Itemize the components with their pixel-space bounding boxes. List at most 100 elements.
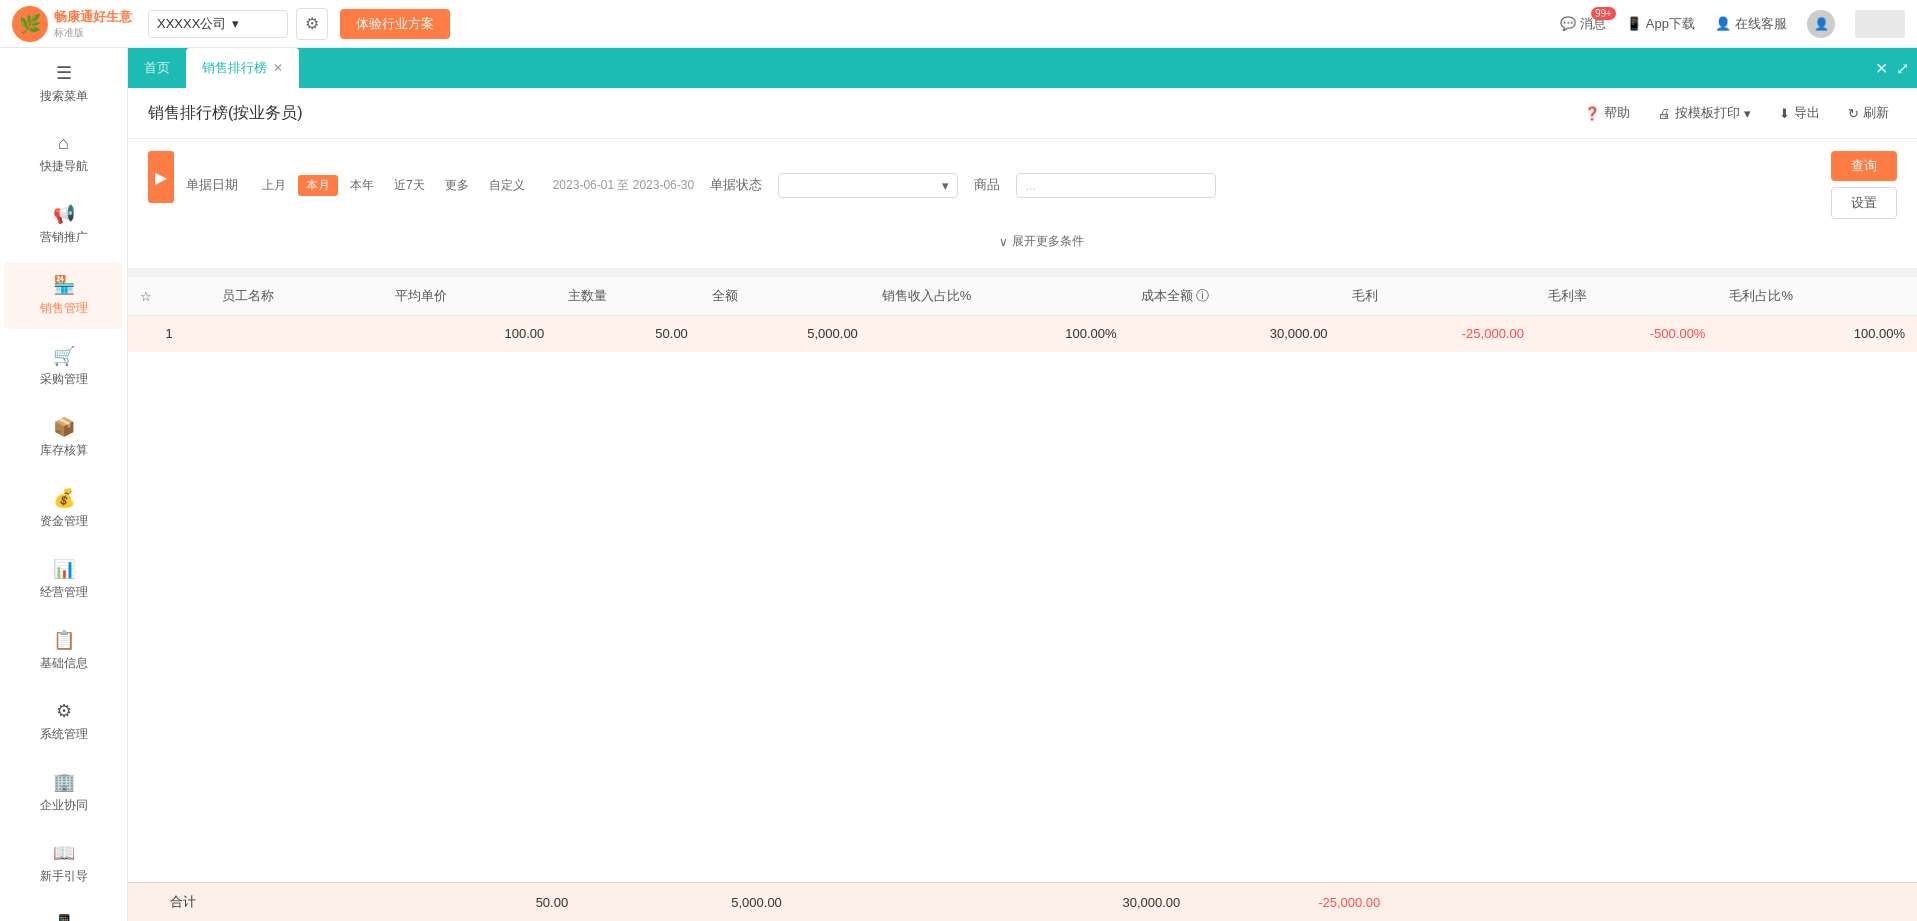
company-name: XXXXX公司 bbox=[157, 15, 226, 33]
filter-settings-button[interactable]: 设置 bbox=[1831, 187, 1897, 219]
print-chevron-icon: ▾ bbox=[1744, 106, 1751, 121]
print-label: 按模板打印 bbox=[1675, 104, 1740, 122]
status-select[interactable]: ▾ bbox=[778, 173, 958, 198]
date-tab-more[interactable]: 更多 bbox=[437, 175, 477, 196]
tab-close-all-icon[interactable]: ✕ bbox=[1875, 59, 1888, 78]
help-button[interactable]: ❓ 帮助 bbox=[1576, 100, 1638, 126]
sidebar-item-inventory[interactable]: 📦 库存核算 bbox=[4, 404, 123, 471]
footer-qty: 50.00 bbox=[536, 895, 732, 910]
sidebar-item-enterprise[interactable]: 🏢 企业协同 bbox=[4, 759, 123, 826]
sales-icon: 🏪 bbox=[53, 274, 75, 296]
basic-info-icon: 📋 bbox=[53, 629, 75, 651]
refresh-button[interactable]: ↻ 刷新 bbox=[1840, 100, 1897, 126]
guide-icon: 📖 bbox=[53, 842, 75, 864]
app-name: 畅康通好生意 bbox=[54, 8, 132, 26]
footer-amount: 5,000.00 bbox=[731, 895, 927, 910]
col-rank: ☆ bbox=[128, 277, 210, 316]
print-icon: 🖨 bbox=[1658, 106, 1671, 121]
app-download-button[interactable]: 📱 App下载 bbox=[1626, 15, 1695, 33]
sidebar-label-purchase: 采购管理 bbox=[40, 371, 88, 388]
messages-button[interactable]: 💬 消息 99+ bbox=[1560, 15, 1606, 33]
sales-ranking-table: ☆ 员工名称 平均单价 主数量 全额 销售收入占比% 成本全额 ⓘ 毛利 毛利率… bbox=[128, 277, 1917, 352]
tab-home-label: 首页 bbox=[144, 59, 170, 77]
refresh-icon: ↻ bbox=[1848, 106, 1859, 121]
col-profit-ratio: 毛利占比% bbox=[1717, 277, 1917, 316]
sidebar-item-app-center[interactable]: 📱 应用中心 bbox=[4, 901, 123, 921]
cell-qty: 50.00 bbox=[556, 316, 700, 352]
sidebar-item-operation[interactable]: 📊 经营管理 bbox=[4, 546, 123, 613]
filter-row: 单据日期 上月 本月 本年 近7天 更多 自定义 2023-06-01 至 20… bbox=[186, 151, 1897, 219]
settings-icon[interactable]: ⚙ bbox=[296, 8, 328, 40]
date-tab-cur-year[interactable]: 本年 bbox=[342, 175, 382, 196]
table-container: ☆ 员工名称 平均单价 主数量 全额 销售收入占比% 成本全额 ⓘ 毛利 毛利率… bbox=[128, 277, 1917, 882]
finance-icon: 💰 bbox=[53, 487, 75, 509]
col-profit-rate: 毛利率 bbox=[1536, 277, 1717, 316]
service-icon: 👤 bbox=[1715, 16, 1731, 31]
print-button[interactable]: 🖨 按模板打印 ▾ bbox=[1650, 100, 1759, 126]
content-area: 首页 销售排行榜 ✕ ✕ ⤢ 销售排行榜(按业务员) ❓ 帮助 bbox=[128, 48, 1917, 921]
expand-more-row[interactable]: ∨ 展开更多条件 bbox=[186, 227, 1897, 256]
company-selector[interactable]: XXXXX公司 ▾ bbox=[148, 10, 288, 38]
date-label: 单据日期 bbox=[186, 176, 238, 194]
cell-profit: -25,000.00 bbox=[1340, 316, 1536, 352]
sidebar-item-marketing[interactable]: 📢 营销推广 bbox=[4, 191, 123, 258]
col-sales-ratio: 销售收入占比% bbox=[870, 277, 1129, 316]
date-range-display: 2023-06-01 至 2023-06-30 bbox=[553, 177, 694, 194]
sidebar-item-sales[interactable]: 🏪 销售管理 bbox=[4, 262, 123, 329]
table-footer: 合计 50.00 5,000.00 30,000.00 -25,000.00 bbox=[128, 882, 1917, 921]
sidebar-item-finance[interactable]: 💰 资金管理 bbox=[4, 475, 123, 542]
col-avg-price: 平均单价 bbox=[383, 277, 556, 316]
export-label: 导出 bbox=[1794, 104, 1820, 122]
col-amount: 全额 bbox=[700, 277, 870, 316]
online-service-button[interactable]: 👤 在线客服 bbox=[1715, 15, 1787, 33]
sidebar-item-system[interactable]: ⚙ 系统管理 bbox=[4, 688, 123, 755]
query-button[interactable]: 查询 bbox=[1831, 151, 1897, 181]
sidebar-item-basic-info[interactable]: 📋 基础信息 bbox=[4, 617, 123, 684]
date-tab-cur-month[interactable]: 本月 bbox=[298, 175, 338, 196]
date-tab-7days[interactable]: 近7天 bbox=[386, 175, 433, 196]
tab-close-icon[interactable]: ✕ bbox=[273, 61, 283, 75]
messages-badge: 99+ bbox=[1591, 7, 1616, 20]
system-icon: ⚙ bbox=[56, 700, 72, 722]
main-layout: ☰ 搜索菜单 ⌂ 快捷导航 📢 营销推广 🏪 销售管理 🛒 采购管理 📦 库存核… bbox=[0, 48, 1917, 921]
sidebar-label-marketing: 营销推广 bbox=[40, 229, 88, 246]
sidebar-item-search-order[interactable]: ☰ 搜索菜单 bbox=[4, 50, 123, 117]
date-tab-prev-month[interactable]: 上月 bbox=[254, 175, 294, 196]
purchase-icon: 🛒 bbox=[53, 345, 75, 367]
sidebar-item-purchase[interactable]: 🛒 采购管理 bbox=[4, 333, 123, 400]
page-actions: ❓ 帮助 🖨 按模板打印 ▾ ⬇ 导出 ↻ 刷新 bbox=[1576, 100, 1897, 126]
tab-bar-actions: ✕ ⤢ bbox=[1875, 59, 1917, 78]
col-cost-amount: 成本全额 ⓘ bbox=[1129, 277, 1340, 316]
refresh-label: 刷新 bbox=[1863, 104, 1889, 122]
online-service-label: 在线客服 bbox=[1735, 15, 1787, 33]
app-logo: 🌿 bbox=[12, 6, 48, 42]
trial-button[interactable]: 体验行业方案 bbox=[340, 9, 450, 39]
export-button[interactable]: ⬇ 导出 bbox=[1771, 100, 1828, 126]
goods-input[interactable]: ... bbox=[1016, 173, 1216, 198]
sidebar-label-guide: 新手引导 bbox=[40, 868, 88, 885]
tab-sales-ranking[interactable]: 销售排行榜 ✕ bbox=[186, 48, 299, 88]
filter-toggle-button[interactable]: ▶ bbox=[148, 151, 174, 203]
sidebar-label-search: 搜索菜单 bbox=[40, 88, 88, 105]
tab-home[interactable]: 首页 bbox=[128, 48, 186, 88]
goods-placeholder: ... bbox=[1025, 178, 1207, 193]
chevron-down-icon: ▾ bbox=[232, 16, 239, 31]
download-icon: 📱 bbox=[1626, 16, 1642, 31]
date-tab-custom[interactable]: 自定义 bbox=[481, 175, 533, 196]
export-icon: ⬇ bbox=[1779, 106, 1790, 121]
table-row: 1 100.00 50.00 5,000.00 100.00% 30,000.0… bbox=[128, 316, 1917, 352]
help-label: 帮助 bbox=[1604, 104, 1630, 122]
header-right: 💬 消息 99+ 📱 App下载 👤 在线客服 👤 bbox=[1560, 10, 1905, 38]
sidebar-label-system: 系统管理 bbox=[40, 726, 88, 743]
page-title: 销售排行榜(按业务员) bbox=[148, 103, 303, 124]
user-avatar[interactable]: 👤 bbox=[1807, 10, 1835, 38]
tab-expand-icon[interactable]: ⤢ bbox=[1896, 59, 1909, 78]
cell-employee bbox=[210, 316, 383, 352]
col-qty: 主数量 bbox=[556, 277, 700, 316]
chevron-down-expand-icon: ∨ bbox=[999, 235, 1008, 249]
sidebar: ☰ 搜索菜单 ⌂ 快捷导航 📢 营销推广 🏪 销售管理 🛒 采购管理 📦 库存核… bbox=[0, 48, 128, 921]
sidebar-label-quicknav: 快捷导航 bbox=[40, 158, 88, 175]
sidebar-item-guide[interactable]: 📖 新手引导 bbox=[4, 830, 123, 897]
search-menu-icon: ☰ bbox=[56, 62, 72, 84]
sidebar-item-quick-nav[interactable]: ⌂ 快捷导航 bbox=[4, 121, 123, 187]
